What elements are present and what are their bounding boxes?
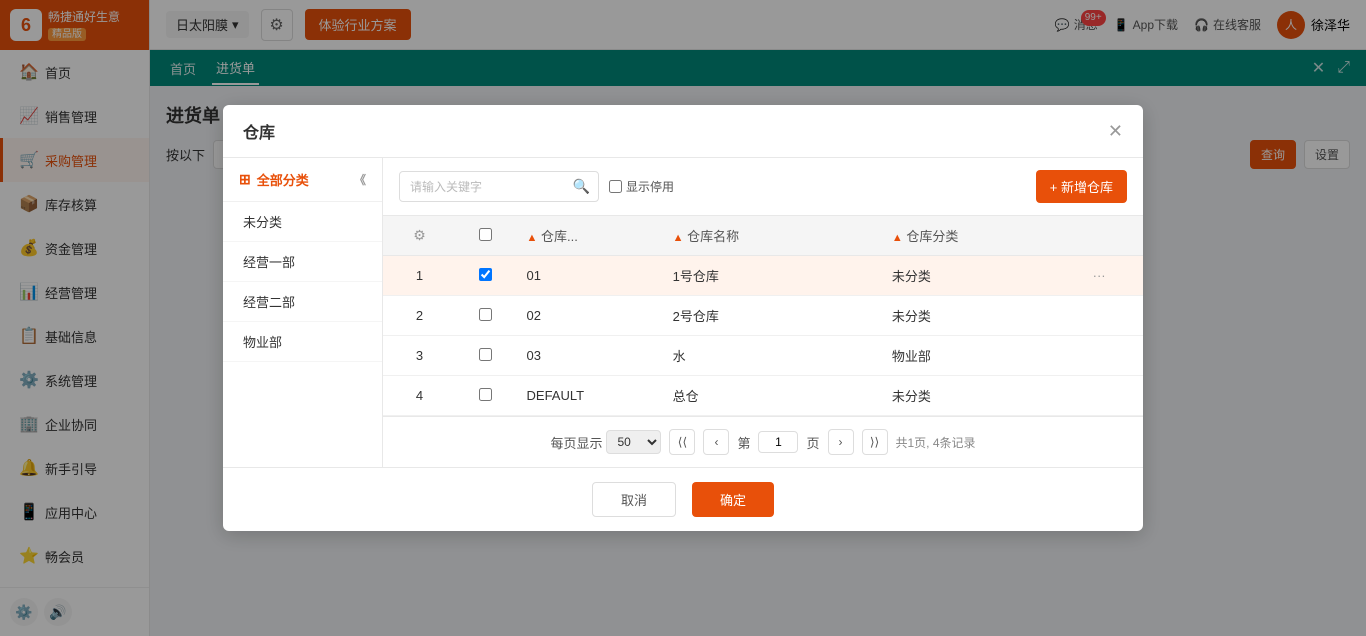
- category-panel: ⊞ 全部分类 《 未分类 经营一部 经营二部 物业部: [223, 158, 383, 467]
- dialog-title: 仓库: [243, 119, 275, 143]
- cell-code: 03: [515, 336, 661, 376]
- cell-action: [1055, 296, 1143, 336]
- table-row[interactable]: 3 03 水 物业部: [383, 336, 1143, 376]
- total-info: 共1页, 4条记录: [896, 434, 976, 451]
- row-checkbox[interactable]: [479, 268, 492, 281]
- th-checkbox: [456, 216, 514, 256]
- dialog-footer: 取消 确定: [223, 467, 1143, 531]
- sort-icon2[interactable]: ▲: [673, 232, 684, 244]
- first-page-btn[interactable]: ⟨⟨: [669, 429, 695, 455]
- table-row[interactable]: 1 01 1号仓库 未分类 ···: [383, 256, 1143, 296]
- show-disabled-checkbox[interactable]: [609, 180, 622, 193]
- th-code: ▲ 仓库...: [515, 216, 661, 256]
- dialog-header: 仓库 ✕: [223, 105, 1143, 158]
- cell-category: 未分类: [880, 296, 1055, 336]
- per-page-label: 每页显示: [550, 433, 602, 452]
- cell-checkbox[interactable]: [456, 376, 514, 416]
- page-suffix: 页: [806, 433, 819, 452]
- prev-page-btn[interactable]: ‹: [703, 429, 729, 455]
- dialog-close-btn[interactable]: ✕: [1108, 122, 1123, 140]
- th-settings: ⚙: [383, 216, 456, 256]
- category-all-label: 全部分类: [257, 170, 309, 189]
- row-checkbox[interactable]: [479, 348, 492, 361]
- category-collapse-btn[interactable]: 《: [354, 171, 366, 188]
- per-page-dropdown[interactable]: 50 10 20 100: [606, 430, 661, 454]
- cell-seq: 2: [383, 296, 456, 336]
- grid-icon: ⊞: [239, 171, 251, 188]
- th-settings-icon[interactable]: ⚙: [413, 227, 426, 243]
- cell-action: ···: [1055, 256, 1143, 296]
- sort-icon[interactable]: ▲: [527, 232, 538, 244]
- th-name: ▲ 仓库名称: [661, 216, 880, 256]
- category-item-dept2[interactable]: 经营二部: [223, 282, 382, 322]
- show-disabled-wrap: 显示停用: [609, 178, 674, 195]
- cell-name: 总仓: [661, 376, 880, 416]
- confirm-btn[interactable]: 确定: [692, 482, 774, 517]
- select-all-checkbox[interactable]: [479, 228, 492, 241]
- page-prefix: 第: [737, 433, 750, 452]
- table-row[interactable]: 4 DEFAULT 总仓 未分类: [383, 376, 1143, 416]
- th-action: [1055, 216, 1143, 256]
- cell-action: [1055, 376, 1143, 416]
- cell-checkbox[interactable]: [456, 296, 514, 336]
- cell-category: 未分类: [880, 376, 1055, 416]
- sort-icon3[interactable]: ▲: [892, 232, 903, 244]
- category-item-unclassified[interactable]: 未分类: [223, 202, 382, 242]
- cell-category: 物业部: [880, 336, 1055, 376]
- cell-action: [1055, 336, 1143, 376]
- row-checkbox[interactable]: [479, 388, 492, 401]
- th-category: ▲ 仓库分类: [880, 216, 1055, 256]
- cell-name: 水: [661, 336, 880, 376]
- search-icon[interactable]: 🔍: [565, 172, 598, 201]
- category-header: ⊞ 全部分类 《: [223, 158, 382, 202]
- cell-code: 01: [515, 256, 661, 296]
- table-row[interactable]: 2 02 2号仓库 未分类: [383, 296, 1143, 336]
- row-more-btn[interactable]: ···: [1093, 268, 1106, 283]
- cell-checkbox[interactable]: [456, 336, 514, 376]
- table-panel: 🔍 显示停用 + 新增仓库 ⚙: [383, 158, 1143, 467]
- table-toolbar: 🔍 显示停用 + 新增仓库: [383, 158, 1143, 216]
- show-disabled-label: 显示停用: [626, 178, 674, 195]
- table-header-row: ⚙ ▲ 仓库... ▲: [383, 216, 1143, 256]
- th-code-label: 仓库...: [541, 229, 578, 244]
- add-warehouse-btn[interactable]: + 新增仓库: [1036, 170, 1127, 203]
- row-checkbox[interactable]: [479, 308, 492, 321]
- th-name-label: 仓库名称: [687, 229, 739, 244]
- cell-name: 2号仓库: [661, 296, 880, 336]
- th-category-label: 仓库分类: [906, 229, 958, 244]
- cell-category: 未分类: [880, 256, 1055, 296]
- pagination-bar: 每页显示 50 10 20 100 ⟨⟨ ‹ 第 页 › ⟩⟩: [383, 416, 1143, 467]
- modal-overlay: 仓库 ✕ ⊞ 全部分类 《 未分类 经营一部 经营二部 物业部: [0, 0, 1366, 636]
- page-input[interactable]: [758, 431, 798, 453]
- next-page-btn[interactable]: ›: [828, 429, 854, 455]
- cell-seq: 4: [383, 376, 456, 416]
- dialog-body: ⊞ 全部分类 《 未分类 经营一部 经营二部 物业部 🔍: [223, 158, 1143, 467]
- cancel-btn[interactable]: 取消: [592, 482, 676, 517]
- warehouse-table: ⚙ ▲ 仓库... ▲: [383, 216, 1143, 416]
- warehouse-dialog: 仓库 ✕ ⊞ 全部分类 《 未分类 经营一部 经营二部 物业部: [223, 105, 1143, 531]
- category-item-property[interactable]: 物业部: [223, 322, 382, 362]
- page-size-select: 每页显示 50 10 20 100: [550, 430, 661, 454]
- cell-name: 1号仓库: [661, 256, 880, 296]
- cell-seq: 3: [383, 336, 456, 376]
- search-input-wrap: 🔍: [399, 171, 599, 202]
- cell-seq: 1: [383, 256, 456, 296]
- cell-checkbox[interactable]: [456, 256, 514, 296]
- cell-code: DEFAULT: [515, 376, 661, 416]
- cell-code: 02: [515, 296, 661, 336]
- search-input[interactable]: [400, 174, 565, 200]
- last-page-btn[interactable]: ⟩⟩: [862, 429, 888, 455]
- category-item-dept1[interactable]: 经营一部: [223, 242, 382, 282]
